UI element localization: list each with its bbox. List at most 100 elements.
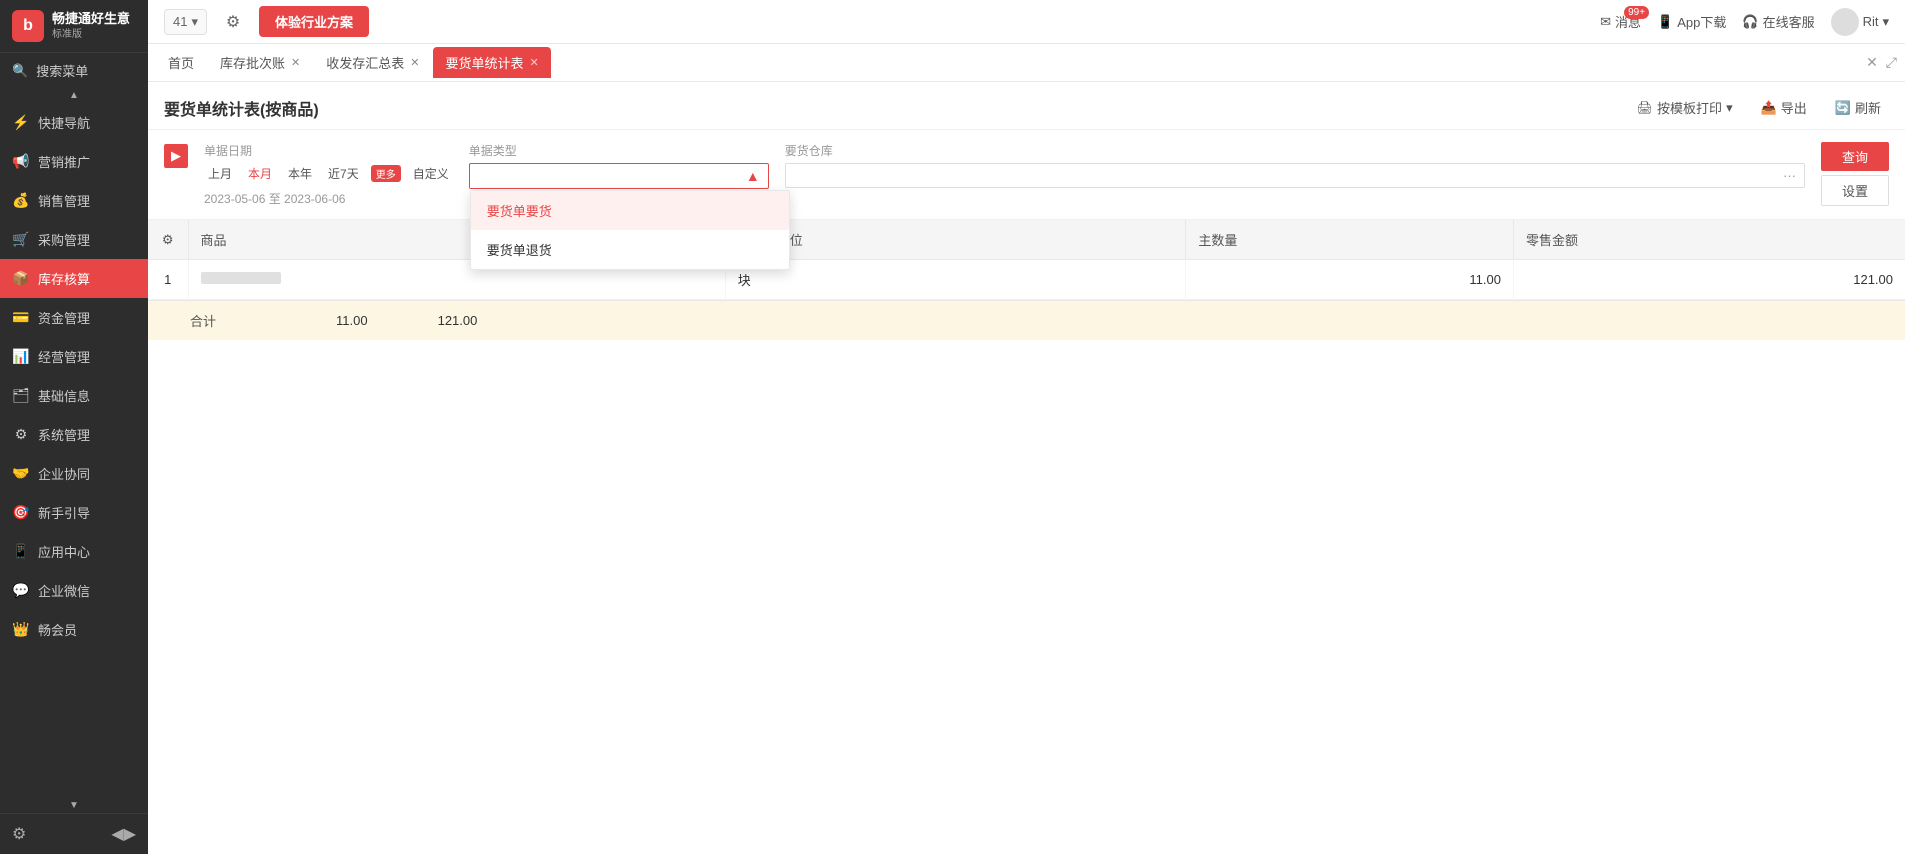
sidebar-item-label: 库存核算 [38, 269, 90, 288]
print-chevron-icon: ▾ [1726, 100, 1733, 116]
sidebar-item-marketing[interactable]: 📢 营销推广 [0, 142, 148, 181]
tab-batch-label: 库存批次账 [220, 53, 285, 72]
type-dropdown: 要货单要货 要货单退货 [470, 190, 790, 270]
page-content: 要货单统计表(按商品) 🖨 按模板打印 ▾ 📤 导出 🔄 刷新 ▶ [148, 82, 1905, 854]
print-label: 按模板打印 [1657, 98, 1722, 117]
shortcut-custom[interactable]: 自定义 [409, 163, 453, 184]
dropdown-item-return[interactable]: 要货单退货 [471, 230, 789, 269]
export-label: 导出 [1781, 98, 1807, 117]
type-dropdown-arrow[interactable]: ▲ [738, 164, 768, 188]
cell-unit: 块 [725, 260, 1186, 300]
sidebar: b 畅捷通好生意 标准版 🔍 搜索菜单 ▲ ⚡ 快捷导航 📢 营销推广 💰 销售… [0, 0, 148, 854]
sidebar-item-member[interactable]: 👑 畅会员 [0, 610, 148, 649]
avatar [1831, 8, 1859, 36]
sidebar-item-label: 企业协同 [38, 464, 90, 483]
date-more-badge[interactable]: 更多 [371, 165, 401, 182]
sidebar-item-appstore[interactable]: 📱 应用中心 [0, 532, 148, 571]
refresh-button[interactable]: 🔄 刷新 [1827, 94, 1889, 121]
date-range-display: 2023-05-06 至 2023-06-06 [204, 190, 453, 207]
type-filter-group: 单据类型 ▲ 要货单要货 要货单退货 [469, 142, 769, 189]
refresh-icon: 🔄 [1835, 100, 1851, 116]
settings-button[interactable]: 设置 [1821, 175, 1889, 206]
tab-home-label: 首页 [168, 53, 194, 72]
sidebar-item-operation[interactable]: 📊 经营管理 [0, 337, 148, 376]
footer-total-label: 合计 [160, 311, 216, 330]
tab-batch-account[interactable]: 库存批次账 ✕ [208, 47, 312, 78]
col-settings[interactable]: ⚙ [148, 220, 188, 260]
sales-icon: 💰 [12, 192, 30, 209]
tab-batch-close[interactable]: ✕ [291, 56, 300, 69]
online-service-button[interactable]: 🎧 在线客服 [1742, 12, 1814, 31]
shortcut-this-month[interactable]: 本月 [244, 163, 276, 184]
sidebar-item-system[interactable]: ⚙ 系统管理 [0, 415, 148, 454]
sidebar-item-finance[interactable]: 💳 资金管理 [0, 298, 148, 337]
table-footer: 合计 11.00 121.00 [148, 300, 1905, 340]
table-header-row: ⚙ 商品 主计量单位 主数量 零售金额 [148, 220, 1905, 260]
dropdown-item-order[interactable]: 要货单要货 [471, 191, 789, 230]
filter-expand-button[interactable]: ▶ [164, 144, 188, 168]
sidebar-scroll-up[interactable]: ▲ [0, 88, 148, 103]
sidebar-item-enterprise[interactable]: 🤝 企业协同 [0, 454, 148, 493]
tab-order-summary[interactable]: 要货单统计表 ✕ [433, 47, 550, 78]
operation-icon: 📊 [12, 348, 30, 365]
tab-order-close[interactable]: ✕ [530, 56, 539, 69]
enterprise-icon: 🤝 [12, 465, 30, 482]
sidebar-item-label: 销售管理 [38, 191, 90, 210]
tab-close-all-icon[interactable]: ✕ [1866, 54, 1878, 71]
filter-buttons: 查询 设置 [1821, 142, 1889, 206]
tab-expand-icon[interactable]: ⤢ [1886, 54, 1897, 71]
cell-quantity: 11.00 [1186, 260, 1514, 300]
inventory-icon: 📦 [12, 270, 30, 287]
tab-receivable-summary[interactable]: 收发存汇总表 ✕ [314, 47, 431, 78]
messages-button[interactable]: ✉ 消息 99+ [1600, 12, 1641, 31]
search-icon: 🔍 [12, 63, 28, 79]
col-quantity: 主数量 [1186, 220, 1514, 260]
warehouse-more-icon[interactable]: ··· [1775, 164, 1804, 187]
shortcut-last-7-days[interactable]: 近7天 [324, 163, 363, 184]
marketing-icon: 📢 [12, 153, 30, 170]
col-unit: 主计量单位 [725, 220, 1186, 260]
export-button[interactable]: 📤 导出 [1753, 94, 1815, 121]
member-icon: 👑 [12, 621, 30, 638]
page-header: 要货单统计表(按商品) 🖨 按模板打印 ▾ 📤 导出 🔄 刷新 [148, 82, 1905, 130]
phone-icon: 📱 [1657, 14, 1673, 30]
header-settings-icon[interactable]: ⚙ [219, 8, 247, 36]
user-menu[interactable]: Rit ▾ [1831, 8, 1889, 36]
search-menu[interactable]: 🔍 搜索菜单 [0, 53, 148, 88]
warehouse-input[interactable] [786, 164, 1775, 187]
sidebar-item-quick-nav[interactable]: ⚡ 快捷导航 [0, 103, 148, 142]
service-icon: 🎧 [1742, 14, 1758, 30]
user-chevron-icon: ▾ [1882, 14, 1889, 30]
sidebar-item-inventory[interactable]: 📦 库存核算 [0, 259, 148, 298]
message-icon: ✉ [1600, 14, 1611, 30]
shortcut-this-year[interactable]: 本年 [284, 163, 316, 184]
sidebar-item-basic[interactable]: 🗂 基础信息 [0, 376, 148, 415]
print-button[interactable]: 🖨 按模板打印 ▾ [1629, 94, 1741, 121]
date-filter-label: 单据日期 [204, 142, 453, 159]
trial-button[interactable]: 体验行业方案 [259, 6, 369, 37]
query-button[interactable]: 查询 [1821, 142, 1889, 171]
type-input[interactable] [470, 165, 738, 188]
user-name: Rit [1863, 14, 1879, 29]
data-table-wrapper: ⚙ 商品 主计量单位 主数量 零售金额 1 块 11.00 [148, 220, 1905, 300]
sidebar-item-sales[interactable]: 💰 销售管理 [0, 181, 148, 220]
app-download-button[interactable]: 📱 App下载 [1657, 12, 1726, 31]
settings-icon[interactable]: ⚙ [12, 824, 26, 844]
sidebar-nav: ⚡ 快捷导航 📢 营销推广 💰 销售管理 🛒 采购管理 📦 库存核算 💳 资金管… [0, 103, 148, 798]
warehouse-input-row: ··· [785, 163, 1805, 188]
collapse-icon[interactable]: ◀▶ [111, 824, 136, 844]
header-left: 41 ▾ ⚙ 体验行业方案 [164, 6, 369, 37]
store-selector[interactable]: 41 ▾ [164, 9, 207, 35]
tab-bar-actions: ✕ ⤢ [1866, 54, 1897, 71]
tab-receivable-close[interactable]: ✕ [410, 56, 419, 69]
warehouse-filter-label: 要货仓库 [785, 142, 1805, 159]
type-filter-label: 单据类型 [469, 142, 769, 159]
sidebar-scroll-down[interactable]: ▼ [0, 798, 148, 813]
shortcut-last-month[interactable]: 上月 [204, 163, 236, 184]
sidebar-item-purchase[interactable]: 🛒 采购管理 [0, 220, 148, 259]
sidebar-item-wechat[interactable]: 💬 企业微信 [0, 571, 148, 610]
tab-home[interactable]: 首页 [156, 47, 206, 78]
app-download-label: App下载 [1677, 12, 1726, 31]
sidebar-item-guide[interactable]: 🎯 新手引导 [0, 493, 148, 532]
sidebar-item-label: 畅会员 [38, 620, 77, 639]
